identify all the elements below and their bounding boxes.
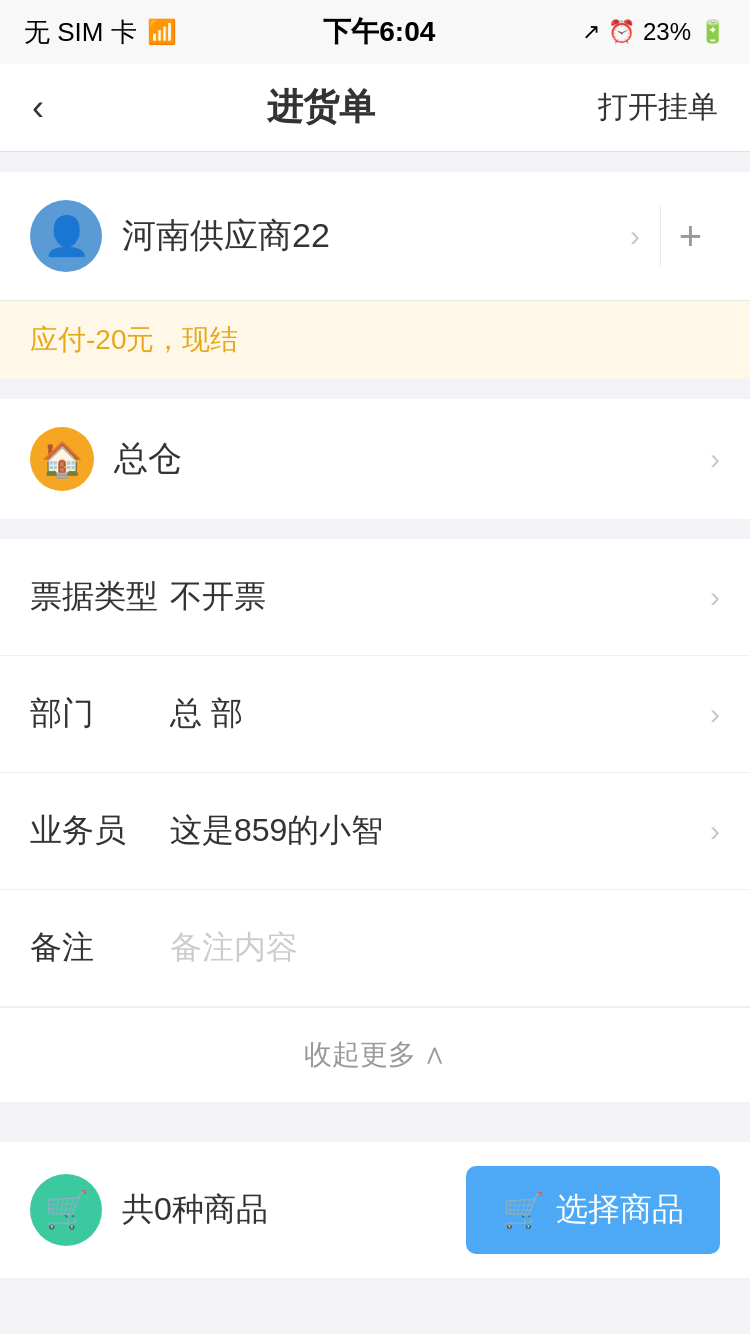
warehouse-arrow-icon: › bbox=[710, 442, 720, 476]
battery-label: 23% bbox=[643, 18, 691, 46]
select-product-button[interactable]: 🛒 选择商品 bbox=[466, 1166, 720, 1254]
remark-input[interactable]: 备注内容 bbox=[170, 926, 720, 970]
warehouse-icon-symbol: 🏠 bbox=[41, 439, 83, 479]
notice-text: 应付-20元，现结 bbox=[30, 324, 238, 355]
nav-bar: ‹ 进货单 打开挂单 bbox=[0, 64, 750, 152]
warehouse-card: 🏠 总仓 › bbox=[0, 399, 750, 519]
supplier-avatar: 👤 bbox=[30, 200, 102, 272]
alarm-icon: ⏰ bbox=[608, 19, 635, 45]
status-right: ↗ ⏰ 23% 🔋 bbox=[582, 18, 726, 46]
supplier-name: 河南供应商22 bbox=[122, 213, 630, 259]
invoice-type-arrow-icon: › bbox=[710, 580, 720, 614]
department-row[interactable]: 部门 总 部 › bbox=[0, 656, 750, 773]
invoice-type-row[interactable]: 票据类型 不开票 › bbox=[0, 539, 750, 656]
background-filler bbox=[0, 1278, 750, 1334]
wifi-icon: 📶 bbox=[147, 18, 177, 46]
add-supplier-button[interactable]: + bbox=[660, 206, 720, 266]
department-label: 部门 bbox=[30, 692, 170, 736]
warehouse-name: 总仓 bbox=[114, 436, 710, 482]
status-bar: 无 SIM 卡 📶 下午6:04 ↗ ⏰ 23% 🔋 bbox=[0, 0, 750, 64]
product-count: 共0种商品 bbox=[122, 1188, 466, 1232]
carrier-label: 无 SIM 卡 bbox=[24, 15, 137, 50]
salesperson-row[interactable]: 业务员 这是859的小智 › bbox=[0, 773, 750, 890]
battery-icon: 🔋 bbox=[699, 19, 726, 45]
gap-2 bbox=[0, 379, 750, 399]
department-value: 总 部 bbox=[170, 692, 700, 736]
collapse-label: 收起更多 ∧ bbox=[304, 1036, 447, 1074]
select-product-icon: 🛒 bbox=[502, 1190, 544, 1230]
product-bar: 🛒 共0种商品 🛒 选择商品 bbox=[0, 1142, 750, 1278]
invoice-type-value: 不开票 bbox=[170, 575, 700, 619]
open-pending-button[interactable]: 打开挂单 bbox=[598, 87, 718, 128]
select-product-label: 选择商品 bbox=[556, 1188, 684, 1232]
page-title: 进货单 bbox=[267, 83, 375, 132]
remark-row[interactable]: 备注 备注内容 bbox=[0, 890, 750, 1007]
notice-bar: 应付-20元，现结 bbox=[0, 301, 750, 379]
form-section: 票据类型 不开票 › 部门 总 部 › 业务员 这是859的小智 › 备注 备注… bbox=[0, 539, 750, 1102]
product-icon: 🛒 bbox=[30, 1174, 102, 1246]
salesperson-value: 这是859的小智 bbox=[170, 809, 700, 853]
gap-1 bbox=[0, 152, 750, 172]
avatar-icon: 👤 bbox=[43, 214, 90, 258]
status-time: 下午6:04 bbox=[323, 13, 435, 51]
supplier-row[interactable]: 👤 河南供应商22 › + bbox=[0, 172, 750, 301]
supplier-arrow-icon: › bbox=[630, 219, 640, 253]
gap-4 bbox=[0, 1102, 750, 1122]
location-icon: ↗ bbox=[582, 19, 600, 45]
collapse-row[interactable]: 收起更多 ∧ bbox=[0, 1007, 750, 1102]
department-arrow-icon: › bbox=[710, 697, 720, 731]
supplier-card: 👤 河南供应商22 › + 应付-20元，现结 bbox=[0, 172, 750, 379]
gap-3 bbox=[0, 519, 750, 539]
salesperson-arrow-icon: › bbox=[710, 814, 720, 848]
invoice-type-label: 票据类型 bbox=[30, 575, 170, 619]
warehouse-row[interactable]: 🏠 总仓 › bbox=[0, 399, 750, 519]
warehouse-icon: 🏠 bbox=[30, 427, 94, 491]
status-left: 无 SIM 卡 📶 bbox=[24, 15, 177, 50]
remark-label: 备注 bbox=[30, 926, 170, 970]
salesperson-label: 业务员 bbox=[30, 809, 170, 853]
back-button[interactable]: ‹ bbox=[32, 87, 44, 129]
product-icon-symbol: 🛒 bbox=[44, 1189, 89, 1231]
